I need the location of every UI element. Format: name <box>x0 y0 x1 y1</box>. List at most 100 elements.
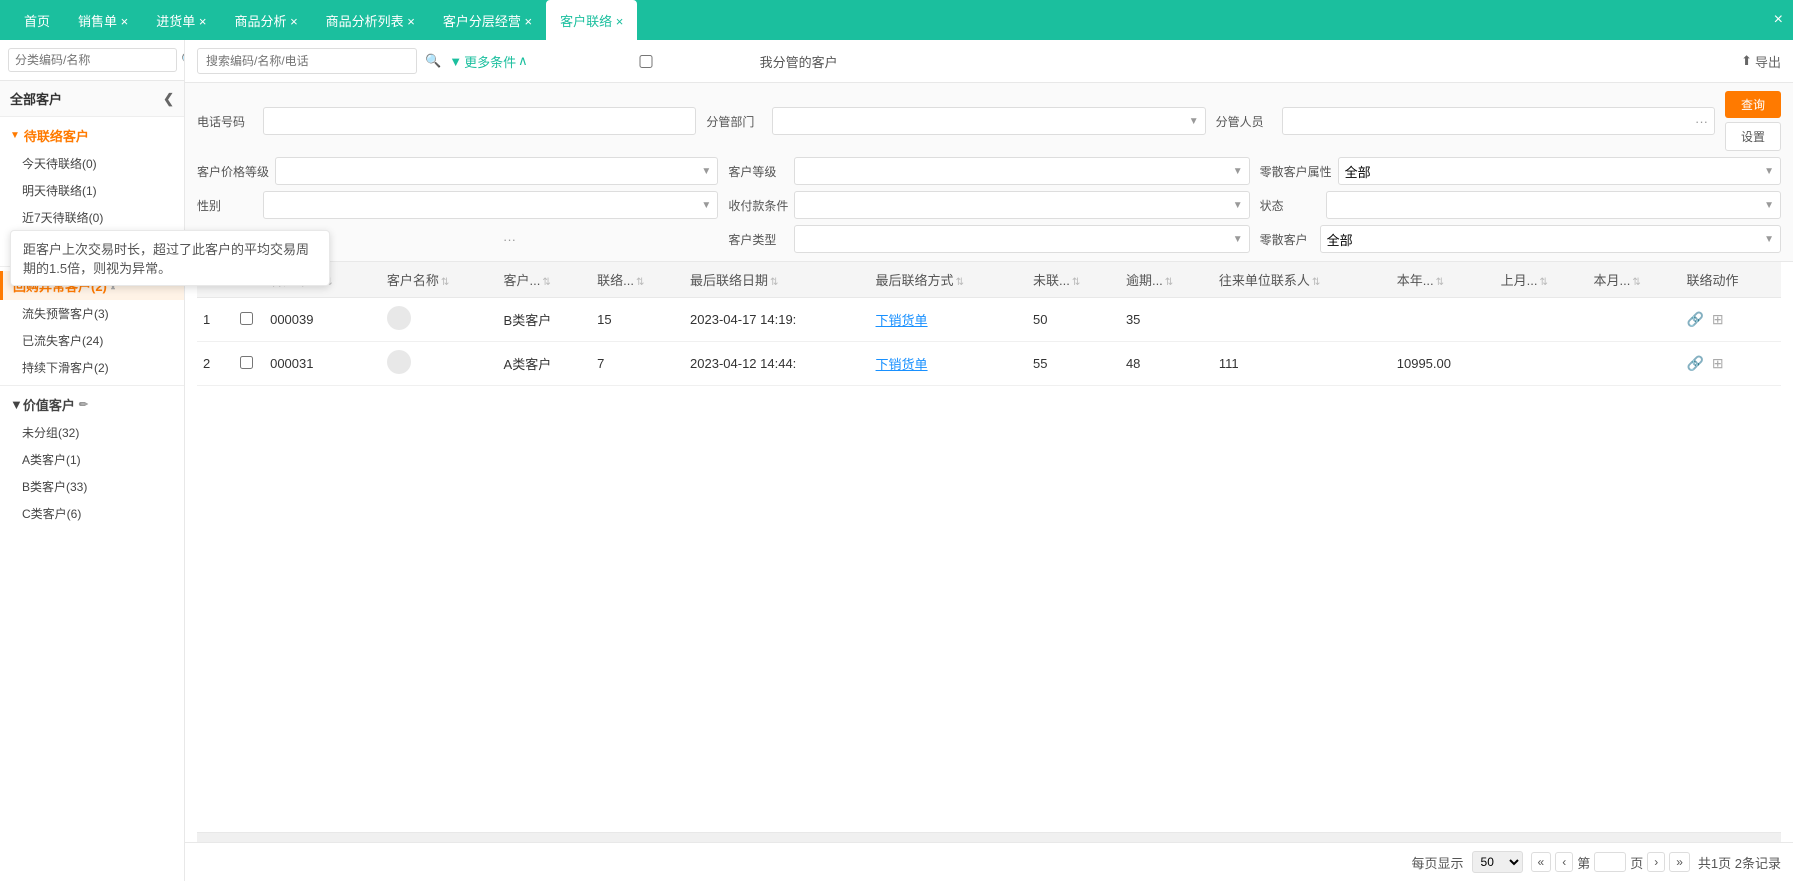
per-page-label: 每页显示 <box>1412 853 1464 872</box>
nav-purchase[interactable]: 进货单 × <box>142 0 220 40</box>
filter-icon: ▼ <box>449 54 462 69</box>
manager-select[interactable]: ··· <box>1282 107 1715 135</box>
my-customers-checkbox[interactable] <box>536 55 756 68</box>
collapse-icon[interactable]: ❮ <box>163 91 174 107</box>
cell-name-0 <box>381 298 498 342</box>
next-page-button[interactable]: › <box>1647 852 1665 872</box>
settings-button[interactable]: 设置 <box>1725 122 1781 151</box>
sidebar-search-input[interactable] <box>8 48 177 72</box>
action-grid-icon-0[interactable]: ⊞ <box>1712 311 1724 328</box>
sort-name-icon[interactable]: ⇅ <box>441 277 449 288</box>
my-customers-filter: 我分管的客户 <box>536 52 838 71</box>
retail-customer-select[interactable]: 全部 ▼ <box>1320 225 1781 253</box>
close-window-button[interactable]: × <box>1774 11 1783 29</box>
price-grade-filter: 客户价格等级 ▼ <box>197 157 718 185</box>
sort-person-icon[interactable]: ⇅ <box>1312 277 1320 288</box>
horizontal-scrollbar[interactable] <box>197 832 1781 842</box>
retail-customer-chevron: ▼ <box>1764 234 1774 245</box>
customer-table: ⚙ 客户编码⇅ 客户名称⇅ 客户...⇅ 联络...⇅ 最后联络日期⇅ 最后联络… <box>197 262 1781 386</box>
nav-customer-contact[interactable]: 客户联络 × <box>546 0 637 40</box>
action-grid-icon-1[interactable]: ⊞ <box>1712 355 1724 372</box>
phone-input[interactable] <box>263 107 696 135</box>
retail-attribute-select[interactable]: 全部 ▼ <box>1338 157 1781 185</box>
prev-page-button[interactable]: ‹ <box>1555 852 1573 872</box>
filter-dots[interactable]: ··· <box>503 232 516 247</box>
sort-type-icon[interactable]: ⇅ <box>542 277 550 288</box>
row-checkbox-1[interactable] <box>240 356 253 369</box>
pending-group-header[interactable]: ▼ 待联络客户 <box>0 121 184 150</box>
price-grade-select[interactable]: ▼ <box>275 157 718 185</box>
page-nav: « ‹ 第 1 页 › » <box>1531 852 1690 872</box>
department-label: 分管部门 <box>706 113 766 130</box>
phone-filter: 电话号码 <box>197 107 696 135</box>
nav-home[interactable]: 首页 <box>10 0 64 40</box>
action-link-icon-1[interactable]: 🔗 <box>1686 355 1703 372</box>
cell-actions-1: 🔗 ⊞ <box>1680 342 1781 386</box>
sort-unpending-icon[interactable]: ⇅ <box>1072 277 1080 288</box>
sidebar-item-classA[interactable]: A类客户(1) <box>0 446 184 473</box>
nav-customer-tier[interactable]: 客户分层经营 × <box>429 0 546 40</box>
cell-thismonth-0 <box>1588 298 1681 342</box>
sidebar-item-classC[interactable]: C类客户(6) <box>0 500 184 527</box>
sidebar-item-classB[interactable]: B类客户(33) <box>0 473 184 500</box>
filter-row-2: 客户价格等级 ▼ 客户等级 ▼ 零散客户属性 全部 <box>197 157 1781 185</box>
nav-analysis[interactable]: 商品分析 × <box>220 0 311 40</box>
sort-contact-icon[interactable]: ⇅ <box>636 277 644 288</box>
export-button[interactable]: ⬆ 导出 <box>1741 52 1781 71</box>
customer-grade-select[interactable]: ▼ <box>794 157 1249 185</box>
customer-type-select[interactable]: ▼ <box>794 225 1249 253</box>
value-triangle: ▼ <box>10 397 23 412</box>
cell-contact-1: 7 <box>591 342 684 386</box>
edit-icon[interactable]: ✏ <box>79 398 88 411</box>
sort-method-icon[interactable]: ⇅ <box>956 277 964 288</box>
status-label: 状态 <box>1260 197 1320 214</box>
sort-thismonth-icon[interactable]: ⇅ <box>1632 277 1640 288</box>
cell-contact-0: 15 <box>591 298 684 342</box>
sort-date-icon[interactable]: ⇅ <box>770 277 778 288</box>
manager-dots[interactable]: ··· <box>1695 114 1708 129</box>
sidebar-item-declining[interactable]: 持续下滑客户(2) <box>0 354 184 381</box>
search-input[interactable] <box>197 48 417 74</box>
first-page-button[interactable]: « <box>1531 852 1552 872</box>
cell-yearly-0 <box>1391 298 1495 342</box>
query-button[interactable]: 查询 <box>1725 91 1781 118</box>
filter-search-icon[interactable]: 🔍 <box>425 53 441 69</box>
row-checkbox-0[interactable] <box>240 312 253 325</box>
cell-unpending-1: 55 <box>1027 342 1120 386</box>
sidebar-item-tomorrow[interactable]: 明天待联络(1) <box>0 177 184 204</box>
value-group-header[interactable]: ▼ 价值客户 ✏ <box>0 390 184 419</box>
per-page-select[interactable]: 50 20 100 <box>1472 851 1523 873</box>
cell-checkbox-1 <box>234 342 264 386</box>
sort-overdue-icon[interactable]: ⇅ <box>1165 277 1173 288</box>
cell-checkbox-0 <box>234 298 264 342</box>
last-page-button[interactable]: » <box>1669 852 1690 872</box>
sidebar-item-today[interactable]: 今天待联络(0) <box>0 150 184 177</box>
filter-row-3: 性别 ▼ 收付款条件 ▼ 状态 <box>197 191 1781 219</box>
filter-row-4: ··· 客户类型 ▼ 零散客户 全部 ▼ <box>197 225 1781 253</box>
nav-analysis-list[interactable]: 商品分析列表 × <box>312 0 429 40</box>
pagination-bar: 每页显示 50 20 100 « ‹ 第 1 页 › » 共1页 2条记录 <box>185 842 1793 881</box>
department-select[interactable]: ▼ <box>772 107 1205 135</box>
sort-lastmonth-icon[interactable]: ⇅ <box>1539 277 1547 288</box>
status-filter: 状态 ▼ <box>1260 191 1781 219</box>
sidebar-item-unclassified[interactable]: 未分组(32) <box>0 419 184 446</box>
sort-yearly-icon[interactable]: ⇅ <box>1436 277 1444 288</box>
action-link-icon-0[interactable]: 🔗 <box>1686 311 1703 328</box>
contact-method-link-1[interactable]: 下销货单 <box>876 357 928 372</box>
table-row: 2 000031 A类客户 7 2023-04-12 14:44: 下销货单 5… <box>197 342 1781 386</box>
more-conditions-button[interactable]: ▼ 更多条件 ∧ <box>449 52 527 71</box>
payment-select[interactable]: ▼ <box>794 191 1249 219</box>
gender-filter: 性别 ▼ <box>197 191 718 219</box>
sidebar-item-7days[interactable]: 近7天待联络(0) <box>0 204 184 231</box>
page-prefix-label: 第 <box>1577 853 1590 872</box>
sidebar-item-lost[interactable]: 已流失客户(24) <box>0 327 184 354</box>
main-layout: 🔍 全部客户 ❮ ▼ 待联络客户 今天待联络(0) 明天待联络(1) 近7天待联… <box>0 40 1793 881</box>
nav-sales[interactable]: 销售单 × <box>64 0 142 40</box>
gender-select[interactable]: ▼ <box>263 191 718 219</box>
sidebar-item-lost-predict[interactable]: 流失预警客户(3) <box>0 300 184 327</box>
th-customer-type: 客户...⇅ <box>498 262 592 298</box>
export-label: 导出 <box>1755 52 1781 71</box>
page-number-input[interactable]: 1 <box>1594 852 1626 872</box>
status-select[interactable]: ▼ <box>1326 191 1781 219</box>
contact-method-link-0[interactable]: 下销货单 <box>876 313 928 328</box>
